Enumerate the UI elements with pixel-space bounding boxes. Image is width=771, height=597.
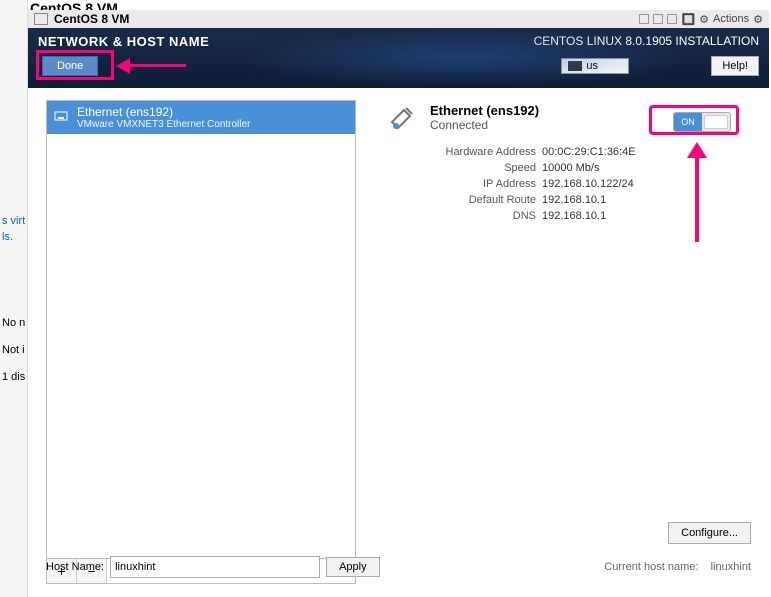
ethernet-plug-icon: [386, 100, 420, 134]
ethernet-icon: [53, 105, 69, 127]
current-hostname-label: Current host name:: [604, 561, 698, 573]
toggle-knob: [704, 115, 728, 129]
bg-text: s virt: [0, 215, 25, 227]
keyboard-icon: [568, 61, 582, 71]
gear-icon[interactable]: ⚙: [699, 13, 709, 26]
flag-icon: 🔲: [681, 13, 695, 26]
bg-text: 1 dis: [2, 371, 25, 383]
toggle-on-label: ON: [674, 113, 702, 131]
installer-header: NETWORK & HOST NAME CENTOS LINUX 8.0.190…: [28, 28, 769, 88]
hostname-input[interactable]: [110, 556, 320, 578]
installer-body: Ethernet (ens192) VMware VMXNET3 Etherne…: [28, 88, 769, 592]
interface-item[interactable]: Ethernet (ens192) VMware VMXNET3 Etherne…: [47, 101, 355, 134]
connection-details: Ethernet (ens192) Connected ON Hardware …: [366, 100, 751, 584]
current-hostname-value: linuxhint: [711, 561, 751, 573]
gear-icon[interactable]: ⚙: [753, 13, 763, 26]
win-control-icon[interactable]: [653, 14, 663, 24]
apply-button[interactable]: Apply: [326, 557, 380, 577]
window-title: CentOS 8 VM: [54, 12, 129, 26]
bg-text: ls.: [0, 231, 13, 243]
connection-status: Connected: [430, 118, 539, 132]
installer-window: NETWORK & HOST NAME CENTOS LINUX 8.0.190…: [28, 28, 769, 592]
configure-button[interactable]: Configure...: [668, 522, 751, 544]
interface-desc: VMware VMXNET3 Ethernet Controller: [77, 119, 250, 130]
interface-name: Ethernet (ens192): [77, 105, 250, 119]
keyboard-layout-selector[interactable]: us: [561, 58, 629, 74]
keyboard-layout-label: us: [586, 60, 598, 72]
interface-column: Ethernet (ens192) VMware VMXNET3 Etherne…: [46, 100, 356, 584]
detail-row: Speed10000 Mb/s: [386, 162, 751, 174]
bg-text: No n: [2, 317, 25, 329]
detail-row: DNS192.168.10.1: [386, 210, 751, 222]
detail-row: IP Address192.168.10.122/24: [386, 178, 751, 190]
connection-detail-grid: Hardware Address00:0C:29:C1:36:4E Speed1…: [386, 146, 751, 222]
install-banner: CENTOS LINUX 8.0.1905 INSTALLATION: [534, 34, 759, 48]
win-control-icon[interactable]: [667, 14, 677, 24]
page-title: NETWORK & HOST NAME: [38, 34, 209, 49]
win-control-icon[interactable]: [639, 14, 649, 24]
bg-text: Not i: [2, 344, 25, 356]
hostname-row: Host Name: Apply Current host name: linu…: [46, 556, 751, 578]
help-button[interactable]: Help!: [711, 56, 759, 76]
window-titlebar: CentOS 8 VM 🔲 ⚙ Actions ⚙: [28, 10, 769, 28]
vm-icon: [34, 13, 48, 25]
done-button[interactable]: Done: [42, 56, 98, 76]
annotation-arrow: [116, 60, 186, 70]
detail-row: Default Route192.168.10.1: [386, 194, 751, 206]
connection-toggle[interactable]: ON: [673, 112, 731, 132]
hostname-label: Host Name:: [46, 561, 104, 573]
interface-list[interactable]: Ethernet (ens192) VMware VMXNET3 Etherne…: [46, 100, 356, 559]
connection-title: Ethernet (ens192): [430, 103, 539, 118]
detail-row: Hardware Address00:0C:29:C1:36:4E: [386, 146, 751, 158]
actions-menu[interactable]: Actions: [713, 13, 749, 25]
